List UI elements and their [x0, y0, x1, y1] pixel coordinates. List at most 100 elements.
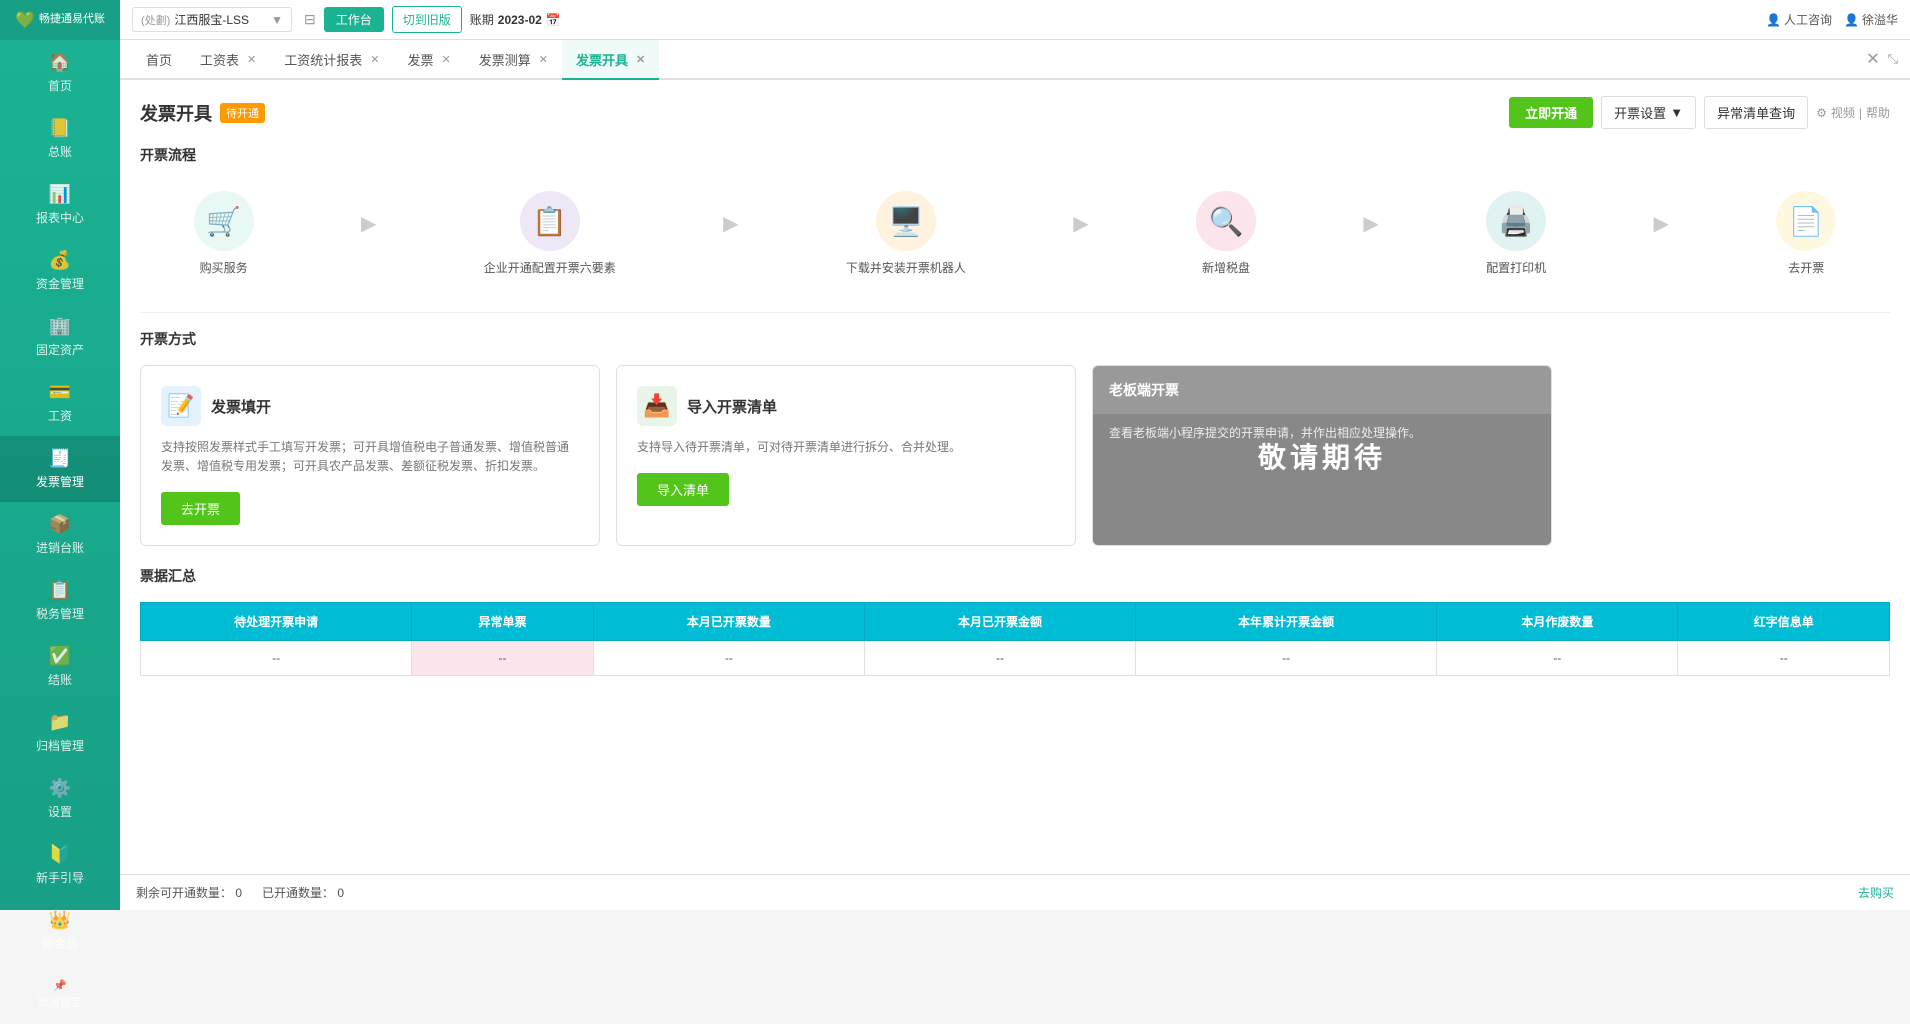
main-area: (处劃) 江西服宝-LSS ▼ ⊟ 工作台 切到旧版 账期 2023-02 📅 … — [120, 0, 1910, 910]
remaining-label: 剩余可开通数量： 0 — [136, 884, 242, 901]
archive-icon: 📁 — [49, 712, 71, 733]
sidebar: 💚 畅捷通易代账 🏠 首页 📒 总账 📊 报表中心 💰 资金管理 🏢 固定资产 … — [0, 0, 120, 910]
flow-step-buy[interactable]: 🛒 购买服务 — [194, 191, 254, 276]
flow-arrow-5: ▶ — [1654, 211, 1669, 236]
sidebar-item-payroll[interactable]: 💳 工资 — [0, 370, 120, 436]
sidebar-item-member[interactable]: 👑 畅会员 — [0, 898, 120, 964]
tab-salary-report[interactable]: 工资统计报表 ✕ — [270, 40, 393, 80]
method-cards: 📝 发票填开 支持按照发票样式手工填写开发票；可开具增值税电子普通发票、增值税普… — [140, 365, 1890, 546]
copy-icon[interactable]: ⊟ — [304, 11, 316, 28]
bottom-bar: 剩余可开通数量： 0 已开通数量： 0 去购买 — [120, 874, 1910, 910]
cell-red-note: -- — [1678, 641, 1890, 676]
cell-year-amount: -- — [1136, 641, 1437, 676]
flow-step-taxdisk[interactable]: 🔍 新增税盘 — [1196, 191, 1256, 276]
flow-step-config[interactable]: 📋 企业开通配置开票六要素 — [484, 191, 616, 276]
tab-salary-label: 工资表 — [200, 50, 239, 69]
summary-table-header: 待处理开票申请 异常单票 本月已开票数量 本月已开票金额 本年累计开票金额 本月… — [141, 603, 1890, 641]
old-version-button[interactable]: 切到旧版 — [392, 6, 462, 33]
page-title: 发票开具 — [140, 100, 212, 126]
sidebar-item-reports-label: 报表中心 — [36, 209, 84, 226]
sidebar-item-invoice-mgmt[interactable]: 🧾 发票管理 — [0, 436, 120, 502]
fill-card-title: 发票填开 — [211, 396, 271, 417]
calendar-icon[interactable]: 📅 — [546, 13, 561, 27]
divider-v: | — [1859, 106, 1862, 120]
sidebar-item-ledger[interactable]: 📒 总账 — [0, 106, 120, 172]
status-badge: 待开通 — [220, 103, 265, 123]
header-right: 👤 人工咨询 👤 徐溢华 — [1766, 11, 1898, 28]
sidebar-item-assets[interactable]: 🏢 固定资产 — [0, 304, 120, 370]
tab-invoice[interactable]: 发票 ✕ — [393, 40, 464, 80]
abnormal-query-button[interactable]: 异常清单查询 — [1704, 96, 1808, 129]
sidebar-item-guide[interactable]: 🔰 新手引导 — [0, 832, 120, 898]
remaining-text: 剩余可开通数量： — [136, 886, 232, 900]
tab-invoice-tool-close[interactable]: ✕ — [636, 53, 645, 66]
summary-table: 待处理开票申请 异常单票 本月已开票数量 本月已开票金额 本年累计开票金额 本月… — [140, 602, 1890, 676]
open-settings-button[interactable]: 开票设置 ▼ — [1601, 96, 1696, 129]
tab-invoice-calc[interactable]: 发票测算 ✕ — [465, 40, 562, 80]
tab-salary-close[interactable]: ✕ — [247, 53, 256, 66]
cell-pending: -- — [141, 641, 412, 676]
goto-buy-link[interactable]: 去购买 — [1858, 886, 1894, 900]
sidebar-item-funds[interactable]: 💰 资金管理 — [0, 238, 120, 304]
flow-download-icon: 🖥️ — [876, 191, 936, 251]
tab-close-area: ✕ ⤡ — [1866, 49, 1898, 69]
company-tag: (处劃) — [141, 12, 170, 28]
customer-service[interactable]: 👤 人工咨询 — [1766, 11, 1832, 28]
tab-salary-report-label: 工资统计报表 — [284, 50, 362, 69]
flow-arrow-2: ▶ — [723, 211, 738, 236]
sidebar-item-assets-label: 固定资产 — [36, 341, 84, 358]
home-icon: 🏠 — [49, 52, 71, 73]
sidebar-pin-btn[interactable]: 📌 取消固定 — [0, 973, 120, 1016]
import-list-button[interactable]: 导入清单 — [637, 473, 729, 506]
flow-config-label: 企业开通配置开票六要素 — [484, 259, 616, 276]
user-profile[interactable]: 👤 徐溢华 — [1844, 11, 1898, 28]
tab-salary[interactable]: 工资表 ✕ — [186, 40, 270, 80]
flow-step-open[interactable]: 📄 去开票 — [1776, 191, 1836, 276]
sidebar-item-tax[interactable]: 📋 税务管理 — [0, 568, 120, 634]
sidebar-item-home[interactable]: 🏠 首页 — [0, 40, 120, 106]
tax-icon: 📋 — [49, 580, 71, 601]
sidebar-item-settings[interactable]: ⚙️ 设置 — [0, 766, 120, 832]
app-logo: 💚 畅捷通易代账 — [0, 0, 120, 40]
tab-invoice-close[interactable]: ✕ — [442, 53, 451, 66]
summary-table-row: -- -- -- -- -- -- -- — [141, 641, 1890, 676]
flow-taxdisk-icon: 🔍 — [1196, 191, 1256, 251]
sidebar-item-funds-label: 资金管理 — [36, 275, 84, 292]
flow-download-label: 下载并安装开票机器人 — [846, 259, 966, 276]
flow-arrow-4: ▶ — [1363, 211, 1378, 236]
sidebar-item-purchase[interactable]: 📦 进销台账 — [0, 502, 120, 568]
flow-step-download[interactable]: 🖥️ 下载并安装开票机器人 — [846, 191, 966, 276]
flow-step-printer[interactable]: 🖨️ 配置打印机 — [1486, 191, 1546, 276]
member-icon: 👑 — [49, 910, 71, 931]
tab-home[interactable]: 首页 — [132, 40, 186, 80]
tab-invoice-calc-label: 发票测算 — [479, 50, 531, 69]
import-card-title: 导入开票清单 — [687, 396, 777, 417]
flow-open-icon: 📄 — [1776, 191, 1836, 251]
sidebar-item-archive[interactable]: 📁 归档管理 — [0, 700, 120, 766]
tab-restore-icon[interactable]: ⤡ — [1888, 51, 1898, 67]
old-panel: 老板端开票 查看老板端小程序提交的开票申请，并作出相应处理操作。 敬请期待 — [1092, 365, 1552, 546]
settlement-icon: ✅ — [49, 646, 71, 667]
import-invoice-card: 📥 导入开票清单 支持导入待开票清单，可对待开票清单进行拆分、合并处理。 导入清… — [616, 365, 1076, 546]
service-icon: 👤 — [1766, 13, 1781, 27]
flow-buy-label: 购买服务 — [200, 259, 248, 276]
col-header-red-note: 红字信息单 — [1678, 603, 1890, 641]
workspace-button[interactable]: 工作台 — [324, 7, 384, 32]
company-selector[interactable]: (处劃) 江西服宝-LSS ▼ — [132, 7, 292, 32]
tab-salary-report-close[interactable]: ✕ — [370, 53, 379, 66]
flow-config-icon: 📋 — [520, 191, 580, 251]
sidebar-item-reports[interactable]: 📊 报表中心 — [0, 172, 120, 238]
col-header-void-count: 本月作废数量 — [1437, 603, 1678, 641]
cell-month-amount: -- — [864, 641, 1135, 676]
view-label: 视频 — [1831, 104, 1855, 121]
tab-invoice-tool[interactable]: 发票开具 ✕ — [562, 40, 659, 80]
fill-card-header: 📝 发票填开 — [161, 386, 579, 426]
immediate-open-button[interactable]: 立即开通 — [1509, 97, 1593, 128]
sidebar-item-settlement[interactable]: ✅ 结账 — [0, 634, 120, 700]
go-open-invoice-button[interactable]: 去开票 — [161, 492, 240, 525]
divider-1 — [140, 312, 1890, 313]
sidebar-item-payroll-label: 工资 — [48, 407, 72, 424]
flow-arrow-3: ▶ — [1073, 211, 1088, 236]
tab-minimize-icon[interactable]: ✕ — [1866, 49, 1879, 69]
tab-invoice-calc-close[interactable]: ✕ — [539, 53, 548, 66]
